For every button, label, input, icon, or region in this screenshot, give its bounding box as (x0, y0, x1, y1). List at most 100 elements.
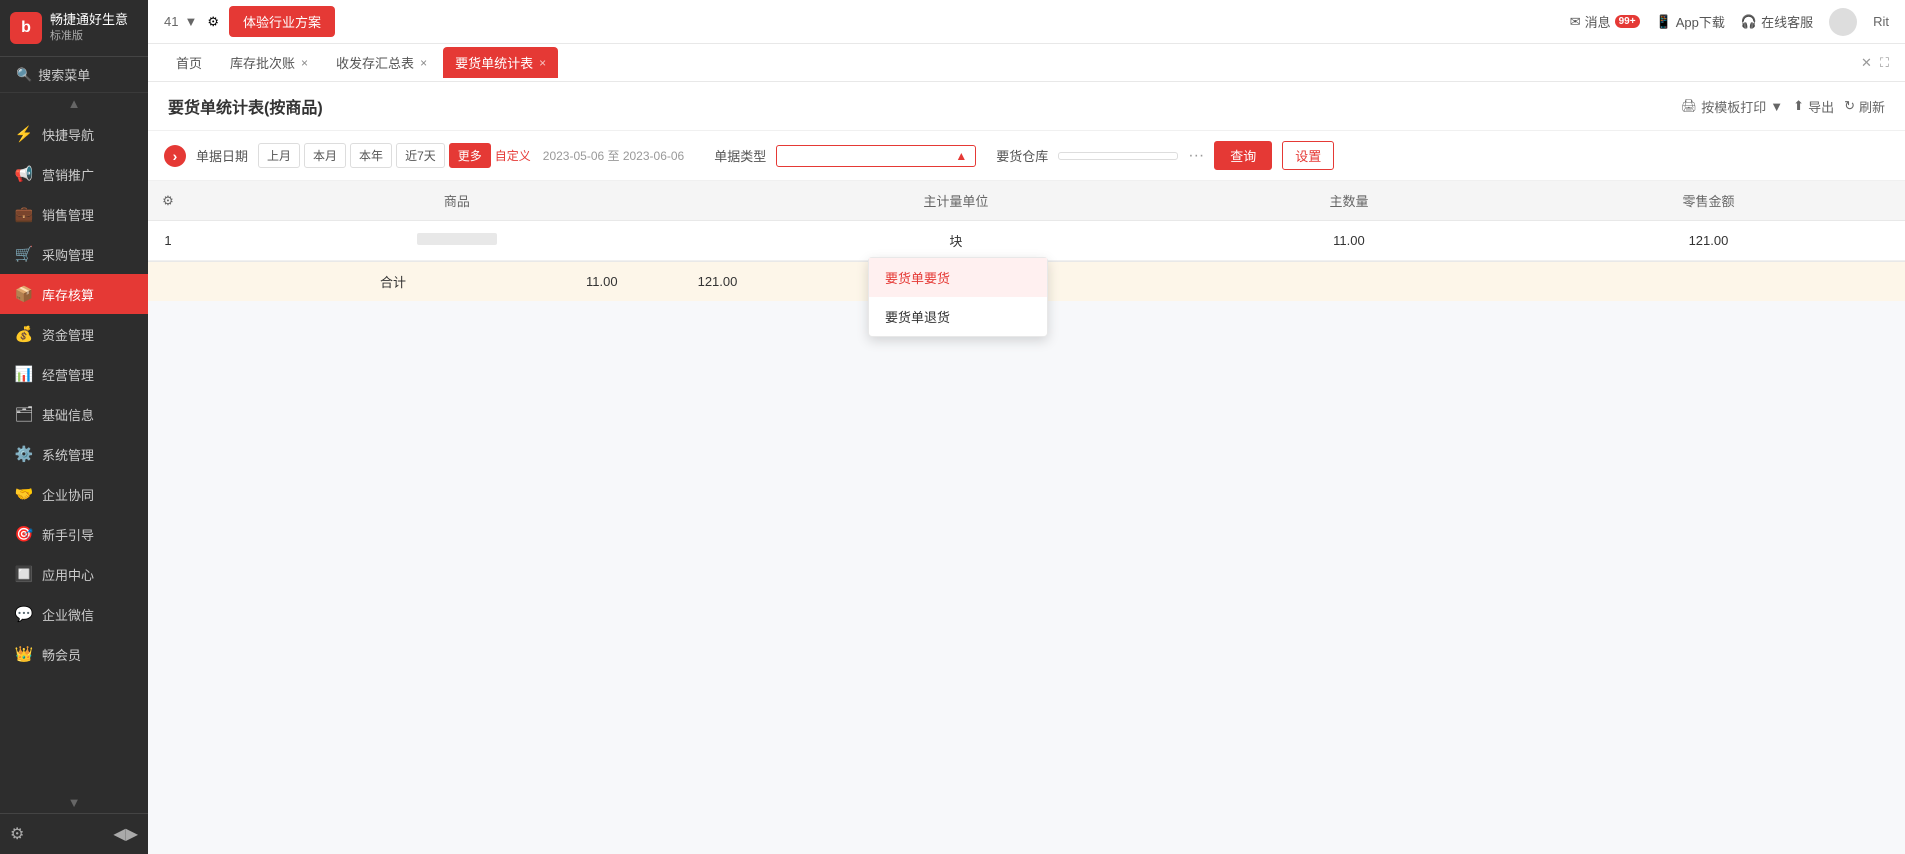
row-qty: 11.00 (1186, 221, 1512, 261)
marketing-icon: 📢 (14, 164, 34, 184)
total-qty: 11.00 (586, 274, 618, 289)
row-num: 1 (148, 221, 188, 261)
online-service-btn[interactable]: 🎧 在线客服 (1741, 12, 1813, 31)
store-selector[interactable]: 41 ▼ (164, 14, 197, 29)
app-logo-icon: b (10, 12, 42, 44)
warehouse-label: 要货仓库 (996, 146, 1048, 165)
tabbar-actions: ✕ ⛶ (1861, 55, 1889, 71)
col-amount: 零售金额 (1512, 181, 1905, 221)
sidebar-item-apps[interactable]: 🔲 应用中心 (0, 554, 148, 594)
print-icon: 🖨 (1681, 98, 1698, 114)
table-row: 1 块 11.00 121.00 (148, 221, 1905, 261)
date-more-btn[interactable]: 更多 (449, 143, 491, 168)
tab-close-requisition[interactable]: × (539, 56, 546, 70)
column-settings-btn[interactable]: 设置 (1282, 141, 1334, 170)
page-title: 要货单统计表(按商品) (168, 94, 323, 118)
page-actions: 🖨 按模板打印 ▼ ⬆ 导出 ↻ 刷新 (1681, 97, 1885, 116)
tab-inventory-batch[interactable]: 库存批次账 × (218, 47, 320, 78)
date-range-display: 2023-05-06 至 2023-06-06 (543, 147, 684, 164)
date-label: 单据日期 (196, 146, 248, 165)
export-icon: ⬆ (1793, 98, 1804, 114)
app-logo-text: 畅捷通好生意 标准版 (50, 12, 128, 43)
base-icon: 🗂 (14, 404, 34, 424)
sidebar-item-cooperation[interactable]: 🤝 企业协同 (0, 474, 148, 514)
date-7days-btn[interactable]: 近7天 (396, 143, 445, 168)
username: Rit (1873, 14, 1889, 29)
settings-icon[interactable]: ⚙ (10, 824, 24, 844)
type-select[interactable]: ▲ (776, 145, 976, 167)
sidebar-item-system[interactable]: ⚙️ 系统管理 (0, 434, 148, 474)
user-avatar[interactable] (1829, 8, 1857, 36)
dropdown-item-requisition[interactable]: 要货单要货 (869, 258, 1047, 297)
product-name-placeholder (417, 233, 497, 245)
type-arrow-icon: ▲ (955, 149, 967, 163)
sidebar-bottom: ⚙ ◀▶ (0, 813, 148, 854)
operations-icon: 📊 (14, 364, 34, 384)
sidebar-item-purchase[interactable]: 🛒 采购管理 (0, 234, 148, 274)
sidebar-item-wechat[interactable]: 💬 企业微信 (0, 594, 148, 634)
table-container: ⚙ 商品 主计量单位 主数量 零售金额 1 块 11.00 (148, 181, 1905, 261)
sidebar-item-quicknav[interactable]: ⚡ 快捷导航 (0, 114, 148, 154)
col-product: 商品 (188, 181, 726, 221)
sidebar-nav: ⚡ 快捷导航 📢 营销推广 💼 销售管理 🛒 采购管理 📦 库存核算 💰 资金管… (0, 114, 148, 792)
tab-summary[interactable]: 收发存汇总表 × (324, 47, 439, 78)
sidebar-search-item[interactable]: 🔍 搜索菜单 (0, 57, 148, 93)
app-download-btn[interactable]: 📱 App下载 (1656, 12, 1725, 31)
sidebar-item-finance[interactable]: 💰 资金管理 (0, 314, 148, 354)
date-last-month-btn[interactable]: 上月 (258, 143, 300, 168)
sidebar-item-operations[interactable]: 📊 经营管理 (0, 354, 148, 394)
refresh-btn[interactable]: ↻ 刷新 (1844, 97, 1885, 116)
wechat-icon: 💬 (14, 604, 34, 624)
sidebar-scroll-down[interactable]: ▼ (0, 792, 148, 813)
sidebar-item-sales[interactable]: 💼 销售管理 (0, 194, 148, 234)
collapse-icon[interactable]: ◀▶ (113, 824, 138, 844)
sales-icon: 💼 (14, 204, 34, 224)
row-unit: 块 (726, 221, 1186, 261)
topbar-left: 41 ▼ ⚙ 体验行业方案 (164, 6, 335, 37)
date-custom-btn[interactable]: 自定义 (495, 147, 531, 164)
filter-bar: › 单据日期 上月 本月 本年 近7天 更多 自定义 2023-05-06 至 … (148, 131, 1905, 181)
sidebar-logo: b 畅捷通好生意 标准版 (0, 0, 148, 57)
export-btn[interactable]: ⬆ 导出 (1793, 97, 1834, 116)
tab-close-all-icon[interactable]: ✕ (1861, 55, 1872, 71)
print-btn[interactable]: 🖨 按模板打印 ▼ (1681, 97, 1783, 116)
col-settings[interactable]: ⚙ (148, 181, 188, 221)
total-label: 合计 (380, 272, 406, 291)
query-btn[interactable]: 查询 (1214, 141, 1272, 170)
total-amount: 121.00 (698, 274, 738, 289)
sidebar: b 畅捷通好生意 标准版 🔍 搜索菜单 ▲ ⚡ 快捷导航 📢 营销推广 💼 销售… (0, 0, 148, 854)
topbar-settings-icon[interactable]: ⚙ (207, 14, 219, 30)
finance-icon: 💰 (14, 324, 34, 344)
refresh-icon: ↻ (1844, 98, 1855, 114)
topbar: 41 ▼ ⚙ 体验行业方案 ✉ 消息 99+ 📱 App下载 🎧 在线客服 Ri… (148, 0, 1905, 44)
tab-expand-icon[interactable]: ⛶ (1880, 55, 1889, 71)
sidebar-item-vip[interactable]: 👑 畅会员 (0, 634, 148, 674)
row-amount: 121.00 (1512, 221, 1905, 261)
filter-more-btn[interactable]: ··· (1188, 147, 1204, 165)
table-header-row: ⚙ 商品 主计量单位 主数量 零售金额 (148, 181, 1905, 221)
date-this-month-btn[interactable]: 本月 (304, 143, 346, 168)
sidebar-item-guide[interactable]: 🎯 新手引导 (0, 514, 148, 554)
tab-requisition[interactable]: 要货单统计表 × (443, 47, 558, 78)
sidebar-item-inventory[interactable]: 📦 库存核算 (0, 274, 148, 314)
page-header: 要货单统计表(按商品) 🖨 按模板打印 ▼ ⬆ 导出 ↻ 刷新 (148, 82, 1905, 131)
date-this-year-btn[interactable]: 本年 (350, 143, 392, 168)
main-area: 41 ▼ ⚙ 体验行业方案 ✉ 消息 99+ 📱 App下载 🎧 在线客服 Ri… (148, 0, 1905, 854)
filter-toggle-btn[interactable]: › (164, 145, 186, 167)
data-table: ⚙ 商品 主计量单位 主数量 零售金额 1 块 11.00 (148, 181, 1905, 261)
sidebar-item-base[interactable]: 🗂 基础信息 (0, 394, 148, 434)
tab-close-inventory-batch[interactable]: × (301, 56, 308, 70)
tab-close-summary[interactable]: × (420, 56, 427, 70)
sidebar-item-marketing[interactable]: 📢 营销推广 (0, 154, 148, 194)
tab-home[interactable]: 首页 (164, 47, 214, 78)
dropdown-item-return[interactable]: 要货单退货 (869, 297, 1047, 336)
message-btn[interactable]: ✉ 消息 99+ (1570, 12, 1640, 31)
vip-icon: 👑 (14, 644, 34, 664)
trial-btn[interactable]: 体验行业方案 (229, 6, 335, 37)
purchase-icon: 🛒 (14, 244, 34, 264)
warehouse-input[interactable] (1058, 152, 1178, 160)
col-unit: 主计量单位 (726, 181, 1186, 221)
quicknav-icon: ⚡ (14, 124, 34, 144)
store-dropdown-icon: ▼ (184, 14, 197, 29)
sidebar-scroll-up[interactable]: ▲ (0, 93, 148, 114)
